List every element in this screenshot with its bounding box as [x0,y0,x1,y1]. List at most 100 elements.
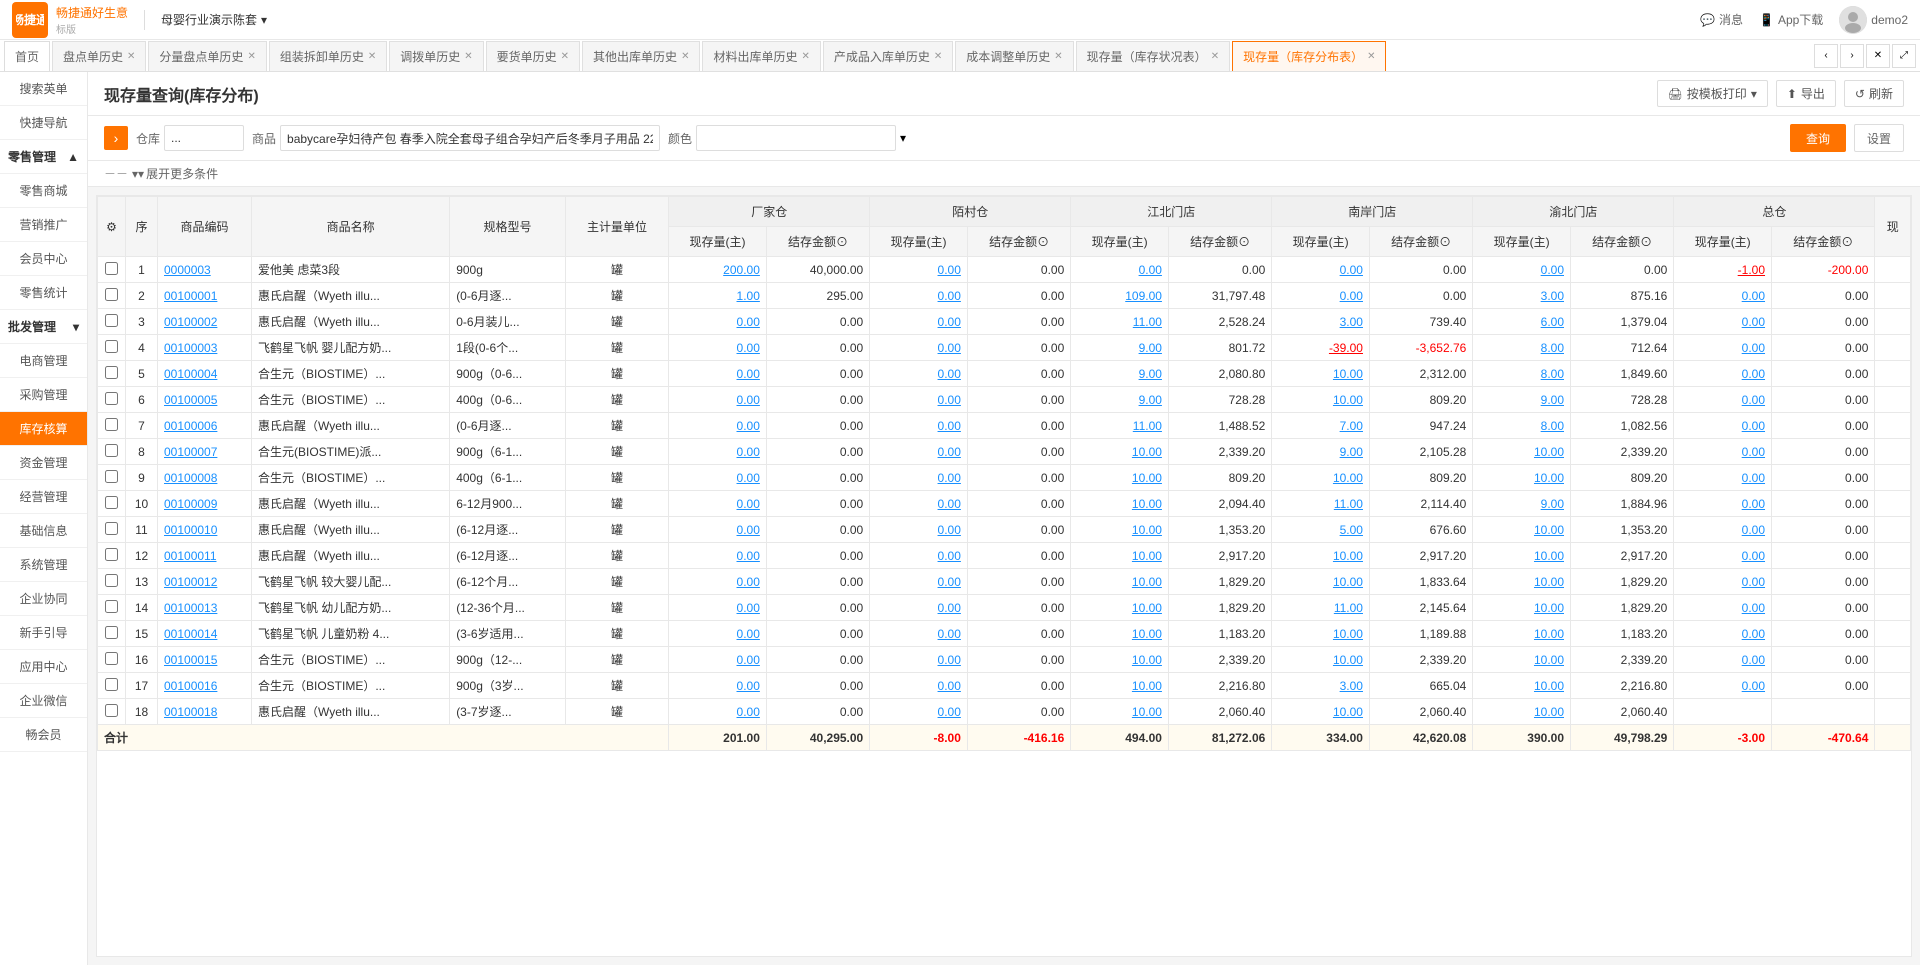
row-ck2-qty[interactable]: 0.00 [870,543,968,569]
sidebar-item-collab[interactable]: 企业协同 [0,582,87,616]
row-ck2-qty[interactable]: 0.00 [870,517,968,543]
row-ck1-qty[interactable]: 0.00 [669,465,767,491]
tab-9[interactable]: 成本调整单历史 ✕ [955,41,1073,71]
row-ck1-qty[interactable]: 0.00 [669,491,767,517]
row-check[interactable] [98,621,126,647]
row-ck3-qty[interactable]: 10.00 [1071,673,1169,699]
sidebar-item-basics[interactable]: 基础信息 [0,514,87,548]
row-ck2-qty[interactable]: 0.00 [870,465,968,491]
row-total-qty[interactable]: 0.00 [1674,647,1772,673]
row-ck5-qty[interactable]: 6.00 [1473,309,1571,335]
row-ck3-qty[interactable]: 10.00 [1071,699,1169,725]
row-ck1-qty[interactable]: 0.00 [669,413,767,439]
sidebar-item-member[interactable]: 会员中心 [0,242,87,276]
tab-close-6[interactable]: ✕ [681,51,689,62]
row-total-qty[interactable]: 0.00 [1674,283,1772,309]
row-ck5-qty[interactable]: 10.00 [1473,465,1571,491]
tab-close-10[interactable]: ✕ [1211,51,1219,62]
row-ck3-qty[interactable]: 10.00 [1071,543,1169,569]
row-total-qty[interactable]: 0.00 [1674,621,1772,647]
row-total-qty[interactable]: 0.00 [1674,569,1772,595]
tab-close-3[interactable]: ✕ [368,51,376,62]
row-check[interactable] [98,595,126,621]
row-ck1-qty[interactable]: 0.00 [669,387,767,413]
row-check[interactable] [98,439,126,465]
row-code[interactable]: 00100015 [158,647,252,673]
row-ck5-qty[interactable]: 10.00 [1473,699,1571,725]
row-ck1-qty[interactable]: 0.00 [669,335,767,361]
sidebar-item-ecommerce[interactable]: 电商管理 [0,344,87,378]
message-btn[interactable]: 💬 消息 [1700,11,1743,28]
tab-2[interactable]: 分量盘点单历史 ✕ [148,41,266,71]
row-total-qty[interactable]: -1.00 [1674,257,1772,283]
row-ck5-qty[interactable]: 3.00 [1473,283,1571,309]
row-ck2-qty[interactable]: 0.00 [870,569,968,595]
row-total-qty[interactable]: 0.00 [1674,517,1772,543]
row-ck3-qty[interactable]: 10.00 [1071,647,1169,673]
row-ck4-qty[interactable]: 5.00 [1272,517,1370,543]
search-button[interactable]: 查询 [1790,124,1846,152]
row-ck4-qty[interactable]: 10.00 [1272,647,1370,673]
app-download-btn[interactable]: 📱 App下载 [1759,11,1823,28]
tab-expand-btn[interactable]: ⤢ [1892,44,1916,68]
row-ck3-qty[interactable]: 10.00 [1071,439,1169,465]
row-total-qty[interactable]: 0.00 [1674,335,1772,361]
row-code[interactable]: 00100002 [158,309,252,335]
row-ck2-qty[interactable]: 0.00 [870,595,968,621]
tab-close-4[interactable]: ✕ [464,51,472,62]
row-ck3-qty[interactable]: 109.00 [1071,283,1169,309]
row-ck4-qty[interactable]: 3.00 [1272,309,1370,335]
tab-home[interactable]: 首页 [4,41,50,71]
row-ck5-qty[interactable]: 10.00 [1473,569,1571,595]
row-ck2-qty[interactable]: 0.00 [870,361,968,387]
row-ck3-qty[interactable]: 9.00 [1071,361,1169,387]
row-ck1-qty[interactable]: 0.00 [669,361,767,387]
row-ck2-qty[interactable]: 0.00 [870,673,968,699]
sidebar-item-system[interactable]: 系统管理 [0,548,87,582]
row-code[interactable]: 00100009 [158,491,252,517]
row-ck3-qty[interactable]: 9.00 [1071,387,1169,413]
row-ck1-qty[interactable]: 0.00 [669,439,767,465]
row-total-qty[interactable]: 0.00 [1674,595,1772,621]
sidebar-item-operations[interactable]: 经营管理 [0,480,87,514]
sidebar-item-inventory[interactable]: 库存核算 [0,412,87,446]
row-total-qty[interactable]: 0.00 [1674,491,1772,517]
export-btn[interactable]: ⬆ 导出 [1776,80,1836,107]
row-ck2-qty[interactable]: 0.00 [870,413,968,439]
sidebar-item-guide[interactable]: 新手引导 [0,616,87,650]
row-ck4-qty[interactable]: 0.00 [1272,257,1370,283]
row-code[interactable]: 00100018 [158,699,252,725]
row-check[interactable] [98,673,126,699]
row-code[interactable]: 00100010 [158,517,252,543]
row-ck1-qty[interactable]: 0.00 [669,517,767,543]
sidebar-item-retail-mall[interactable]: 零售商城 [0,174,87,208]
row-check[interactable] [98,491,126,517]
row-check[interactable] [98,543,126,569]
row-ck3-qty[interactable]: 10.00 [1071,569,1169,595]
row-ck4-qty[interactable]: 10.00 [1272,699,1370,725]
row-code[interactable]: 00100006 [158,413,252,439]
tab-8[interactable]: 产成品入库单历史 ✕ [823,41,953,71]
row-check[interactable] [98,309,126,335]
row-ck2-qty[interactable]: 0.00 [870,699,968,725]
row-code[interactable]: 00100016 [158,673,252,699]
row-ck4-qty[interactable]: 7.00 [1272,413,1370,439]
row-ck4-qty[interactable]: 11.00 [1272,595,1370,621]
tab-prev-btn[interactable]: ‹ [1814,44,1838,68]
row-total-qty[interactable]: 0.00 [1674,413,1772,439]
row-ck3-qty[interactable]: 0.00 [1071,257,1169,283]
sidebar-item-search[interactable]: 搜索英单 [0,72,87,106]
row-check[interactable] [98,335,126,361]
sidebar-item-marketing[interactable]: 营销推广 [0,208,87,242]
expand-more-btn[interactable]: ▾▾ 展开更多条件 [132,165,218,182]
refresh-btn[interactable]: ↺ 刷新 [1844,80,1904,107]
row-ck5-qty[interactable]: 9.00 [1473,491,1571,517]
row-ck1-qty[interactable]: 0.00 [669,621,767,647]
row-ck3-qty[interactable]: 11.00 [1071,413,1169,439]
sidebar-item-wechat[interactable]: 企业微信 [0,684,87,718]
row-code[interactable]: 00100013 [158,595,252,621]
tab-close-7[interactable]: ✕ [801,51,809,62]
row-ck2-qty[interactable]: 0.00 [870,647,968,673]
row-code[interactable]: 00100003 [158,335,252,361]
row-code[interactable]: 00100004 [158,361,252,387]
